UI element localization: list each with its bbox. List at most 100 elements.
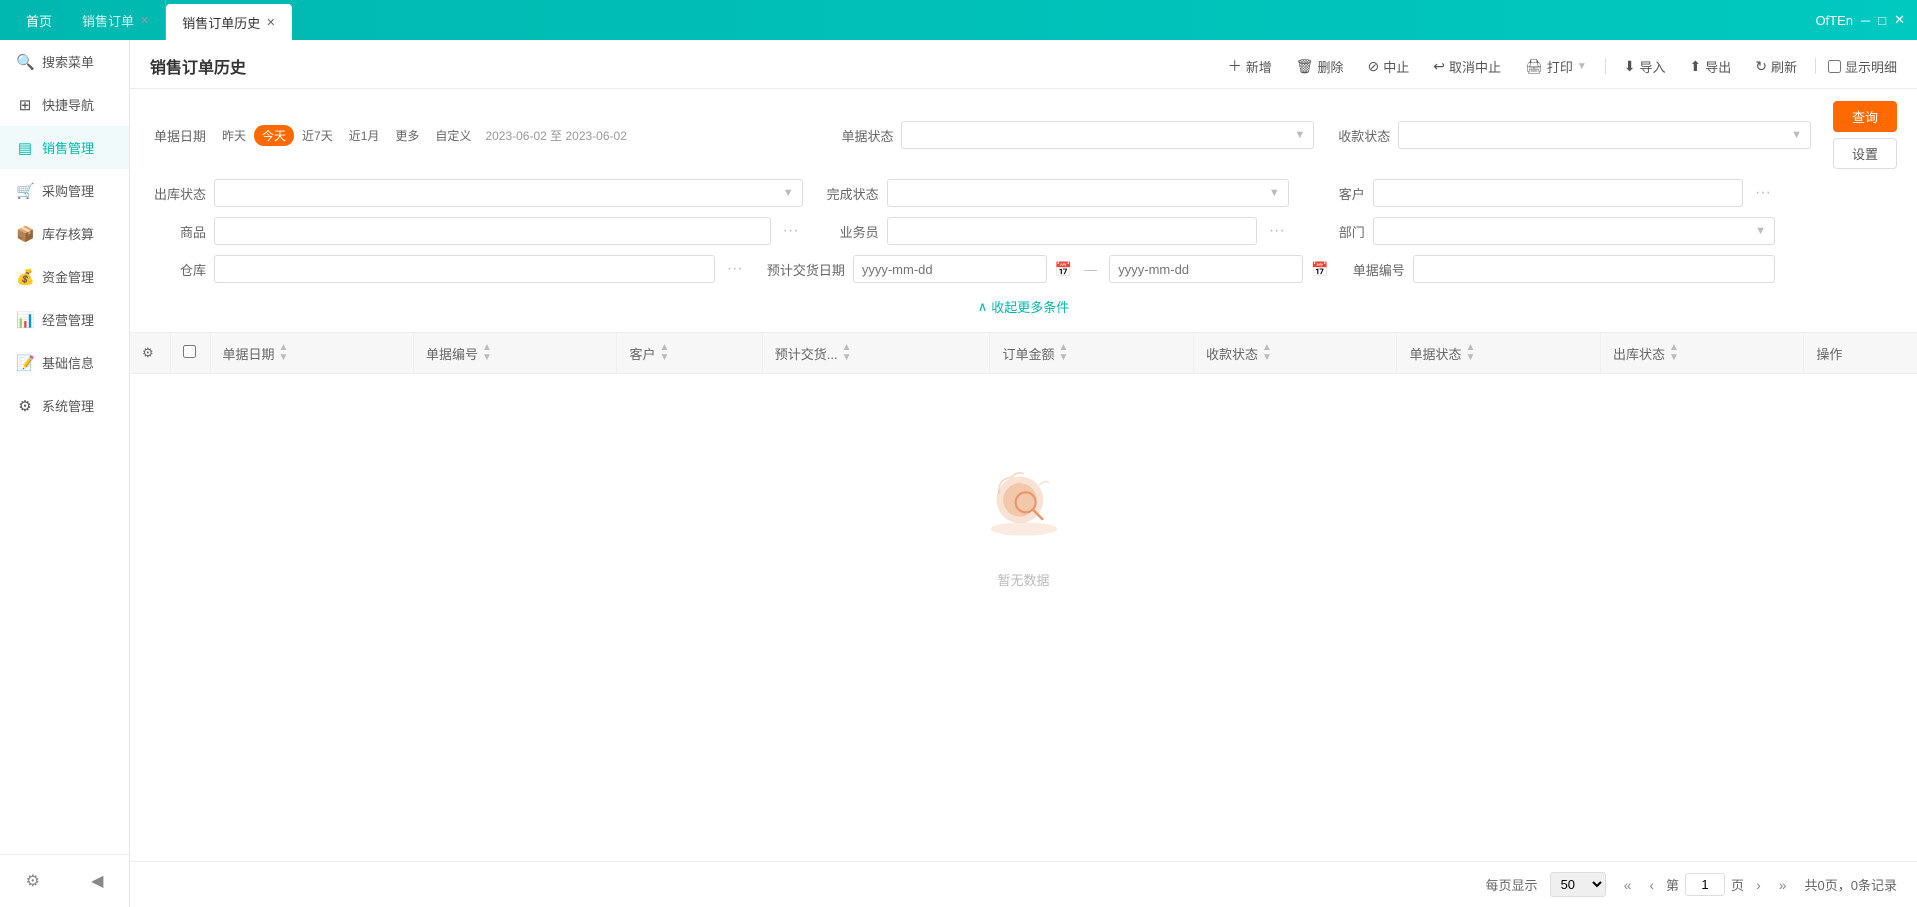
th-out-status-sort[interactable]: 出库状态 ▲▼ xyxy=(1613,343,1791,363)
product-dots[interactable]: ··· xyxy=(779,222,803,240)
close-sales-history-tab[interactable]: ✕ xyxy=(266,16,275,29)
sidebar-item-operations[interactable]: 📊 经营管理 xyxy=(0,298,129,341)
sidebar-item-sys-mgmt[interactable]: ⚙ 系统管理 xyxy=(0,384,129,427)
export-btn[interactable]: ⬆ 导出 xyxy=(1683,53,1737,80)
prev-page-btn[interactable]: ‹ xyxy=(1643,874,1660,896)
sidebar-item-search-menu[interactable]: 🔍 搜索菜单 xyxy=(0,40,129,83)
out-status-select[interactable]: ▼ xyxy=(214,179,803,207)
warehouse-dots[interactable]: ··· xyxy=(723,260,747,278)
stop-btn[interactable]: ⊘ 中止 xyxy=(1362,53,1416,80)
calendar-start-icon[interactable]: 📅 xyxy=(1055,261,1072,278)
th-amount[interactable]: 订单金额 ▲▼ xyxy=(990,333,1193,374)
th-amount-sort[interactable]: 订单金额 ▲▼ xyxy=(1002,343,1180,363)
last-page-btn[interactable]: » xyxy=(1773,874,1793,896)
data-table: ⚙ 单据日期 ▲▼ 单据编号 ▲▼ xyxy=(130,333,1917,669)
page-size-select[interactable]: 20 50 100 200 xyxy=(1550,872,1606,897)
delivery-start-input[interactable] xyxy=(853,255,1047,283)
doc-status-label: 单据状态 xyxy=(837,126,893,145)
tab-sales-history[interactable]: 销售订单历史 ✕ xyxy=(166,4,292,40)
warehouse-input[interactable] xyxy=(214,255,715,283)
next-page-btn[interactable]: › xyxy=(1750,874,1767,896)
th-payment-sort[interactable]: 收款状态 ▲▼ xyxy=(1206,343,1384,363)
close-sales-order-tab[interactable]: ✕ xyxy=(140,14,149,27)
th-doc-status-sort[interactable]: 单据状态 ▲▼ xyxy=(1409,343,1587,363)
doc-number-input[interactable] xyxy=(1413,255,1775,283)
sidebar-item-inventory[interactable]: 📦 库存核算 xyxy=(0,212,129,255)
sidebar-item-basic-info[interactable]: 📝 基础信息 xyxy=(0,341,129,384)
date-btn-more[interactable]: 更多 xyxy=(387,125,427,146)
sidebar-collapse-btn[interactable]: ◀ xyxy=(83,863,111,899)
th-delivery-date[interactable]: 预计交货... ▲▼ xyxy=(762,333,990,374)
calendar-end-icon[interactable]: 📅 xyxy=(1311,261,1328,278)
filter-col-warehouse: 仓库 ··· xyxy=(150,255,757,283)
table-head: ⚙ 单据日期 ▲▼ 单据编号 ▲▼ xyxy=(130,333,1917,374)
collapse-icon: ∧ xyxy=(978,299,988,315)
toolbar-sep-1 xyxy=(1605,58,1606,74)
close-app-btn[interactable]: ✕ xyxy=(1894,12,1905,28)
total-info: 共0页，0条记录 xyxy=(1805,875,1897,894)
refresh-btn[interactable]: ↻ 刷新 xyxy=(1749,53,1803,80)
customer-dots[interactable]: ··· xyxy=(1751,184,1775,202)
filter-col-doc-number: 单据编号 xyxy=(1339,255,1785,283)
add-btn[interactable]: ＋ 新增 xyxy=(1222,52,1278,80)
salesperson-dots[interactable]: ··· xyxy=(1265,222,1289,240)
out-status-sort-icon: ▲▼ xyxy=(1669,343,1679,363)
sidebar-settings-btn[interactable]: ⚙ xyxy=(18,863,48,899)
delivery-date-label: 预计交货日期 xyxy=(767,260,845,279)
max-btn[interactable]: □ xyxy=(1878,13,1886,28)
date-btn-yesterday[interactable]: 昨天 xyxy=(214,125,254,146)
sidebar: 🔍 搜索菜单 ⊞ 快捷导航 ▤ 销售管理 🛒 采购管理 📦 库存核算 💰 资金管… xyxy=(0,40,130,907)
cancel-stop-btn[interactable]: ↩ 取消中止 xyxy=(1427,53,1507,80)
basic-info-icon: 📝 xyxy=(16,354,34,372)
th-checkbox[interactable] xyxy=(170,333,210,374)
sidebar-item-quick-nav[interactable]: ⊞ 快捷导航 xyxy=(0,83,129,126)
sidebar-item-sales-mgmt[interactable]: ▤ 销售管理 xyxy=(0,126,129,169)
print-btn[interactable]: 🖨 打印 ▼ xyxy=(1519,53,1593,80)
import-icon: ⬇ xyxy=(1624,58,1636,75)
tab-sales-order[interactable]: 销售订单 ✕ xyxy=(66,0,166,40)
salesperson-input[interactable] xyxy=(887,217,1257,245)
th-out-status[interactable]: 出库状态 ▲▼ xyxy=(1600,333,1803,374)
dept-chevron: ▼ xyxy=(1755,225,1766,237)
th-date-sort[interactable]: 单据日期 ▲▼ xyxy=(223,343,401,363)
query-btn[interactable]: 查询 xyxy=(1833,101,1897,132)
date-btn-7days[interactable]: 近7天 xyxy=(294,125,341,146)
collapse-btn[interactable]: ∧ 收起更多条件 xyxy=(150,293,1897,320)
delivery-end-input[interactable] xyxy=(1109,255,1303,283)
select-all-checkbox[interactable] xyxy=(183,345,196,358)
doc-status-select[interactable]: ▼ xyxy=(901,121,1314,149)
date-btn-today[interactable]: 今天 xyxy=(254,125,294,146)
th-settings[interactable]: ⚙ xyxy=(130,333,170,374)
filter-row-3: 商品 ··· 业务员 ··· 部门 ▼ xyxy=(150,217,1897,245)
first-page-btn[interactable]: « xyxy=(1618,874,1638,896)
product-input[interactable] xyxy=(214,217,771,245)
display-detail-checkbox[interactable] xyxy=(1828,60,1841,73)
delete-btn[interactable]: 🗑 删除 xyxy=(1290,53,1350,80)
th-number[interactable]: 单据编号 ▲▼ xyxy=(413,333,616,374)
import-btn[interactable]: ⬇ 导入 xyxy=(1618,53,1672,80)
date-btn-custom[interactable]: 自定义 xyxy=(427,125,479,146)
complete-status-select[interactable]: ▼ xyxy=(887,179,1289,207)
sidebar-item-purchase-mgmt[interactable]: 🛒 采购管理 xyxy=(0,169,129,212)
date-btn-1month[interactable]: 近1月 xyxy=(341,125,388,146)
sidebar-item-finance[interactable]: 💰 资金管理 xyxy=(0,255,129,298)
th-payment-status[interactable]: 收款状态 ▲▼ xyxy=(1193,333,1396,374)
tab-home[interactable]: 首页 xyxy=(12,0,66,40)
dept-select[interactable]: ▼ xyxy=(1373,217,1775,245)
set-btn[interactable]: 设置 xyxy=(1833,138,1897,169)
customer-input[interactable] xyxy=(1373,179,1743,207)
th-customer-sort[interactable]: 客户 ▲▼ xyxy=(629,343,749,363)
toolbar-sep-2 xyxy=(1815,58,1816,74)
th-date[interactable]: 单据日期 ▲▼ xyxy=(210,333,413,374)
th-customer[interactable]: 客户 ▲▼ xyxy=(617,333,762,374)
th-delivery-sort[interactable]: 预计交货... ▲▼ xyxy=(775,343,978,363)
page-input[interactable] xyxy=(1685,873,1725,896)
cancel-stop-icon: ↩ xyxy=(1433,58,1445,75)
refresh-icon: ↻ xyxy=(1755,58,1767,75)
payment-status-select[interactable]: ▼ xyxy=(1398,121,1811,149)
sys-mgmt-icon: ⚙ xyxy=(16,397,34,415)
th-doc-status[interactable]: 单据状态 ▲▼ xyxy=(1397,333,1600,374)
th-number-sort[interactable]: 单据编号 ▲▼ xyxy=(426,343,604,363)
min-btn[interactable]: ─ xyxy=(1861,13,1870,28)
sidebar-bottom: ⚙ ◀ xyxy=(0,854,129,907)
